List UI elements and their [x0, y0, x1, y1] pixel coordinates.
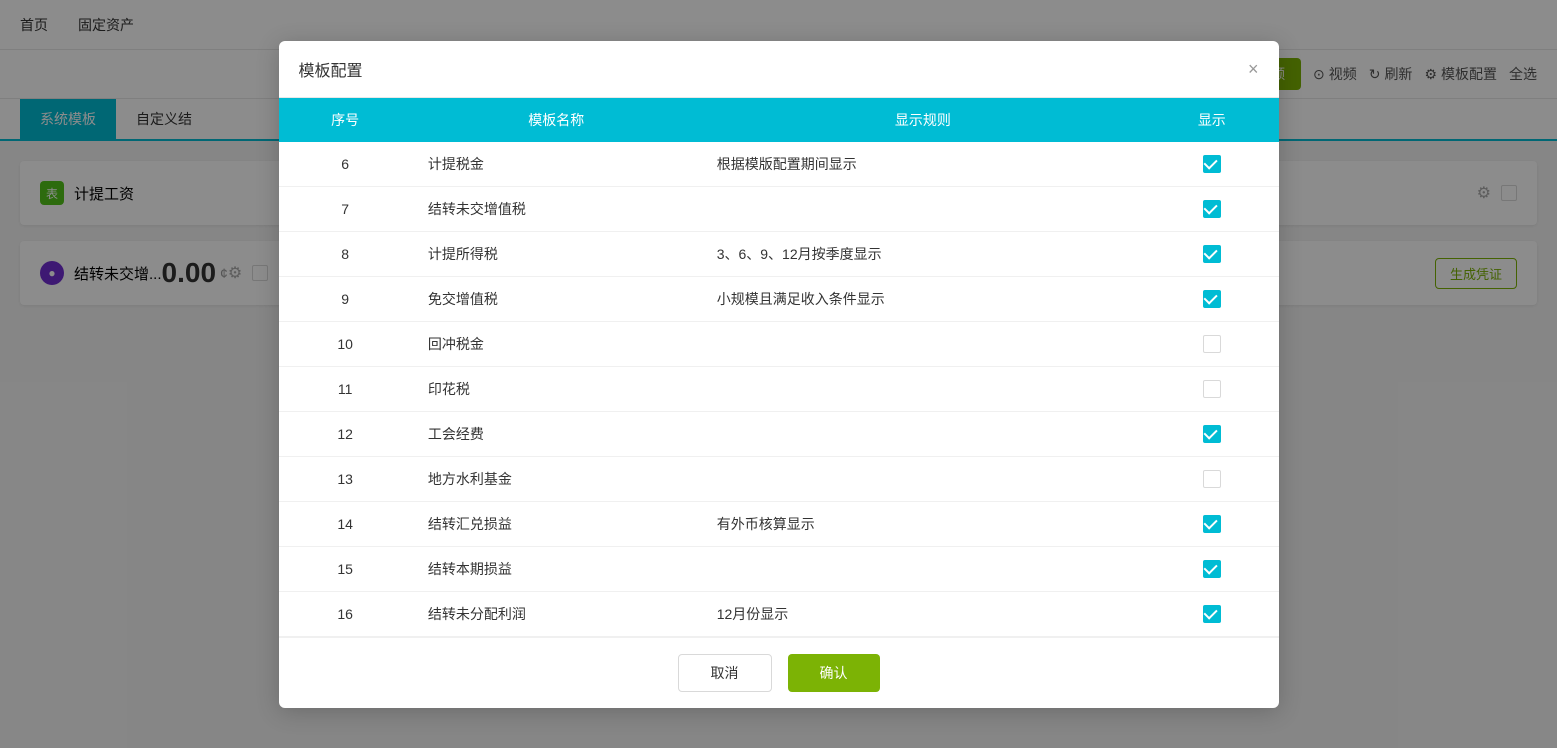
col-header-show: 显示 — [1145, 98, 1278, 142]
col-header-id: 序号 — [279, 98, 412, 142]
modal-footer: 取消 确认 — [279, 637, 1279, 708]
cancel-button[interactable]: 取消 — [678, 654, 772, 692]
row-id: 13 — [279, 456, 412, 501]
table-header-row: 序号 模板名称 显示规则 显示 — [279, 98, 1279, 142]
row-name: 结转本期损益 — [412, 546, 701, 591]
row-name: 结转未交增值税 — [412, 186, 701, 231]
modal-body[interactable]: 序号 模板名称 显示规则 显示 6计提税金根据模版配置期间显示7结转未交增值税8… — [279, 98, 1279, 637]
row-rule — [701, 546, 1145, 591]
row-rule — [701, 366, 1145, 411]
row-rule — [701, 186, 1145, 231]
row-id: 12 — [279, 411, 412, 456]
checkbox-row-9[interactable] — [1161, 290, 1262, 308]
checkbox-row-6[interactable] — [1161, 155, 1262, 173]
row-show[interactable] — [1145, 142, 1278, 187]
row-name: 计提所得税 — [412, 231, 701, 276]
col-header-rule: 显示规则 — [701, 98, 1145, 142]
table-body: 6计提税金根据模版配置期间显示7结转未交增值税8计提所得税3、6、9、12月按季… — [279, 142, 1279, 637]
table-row: 11印花税 — [279, 366, 1279, 411]
row-name: 结转未分配利润 — [412, 591, 701, 636]
row-show[interactable] — [1145, 231, 1278, 276]
checkbox-row-12[interactable] — [1161, 425, 1262, 443]
checkbox-row-15[interactable] — [1161, 560, 1262, 578]
row-name: 免交增值税 — [412, 276, 701, 321]
row-rule — [701, 321, 1145, 366]
row-show[interactable] — [1145, 456, 1278, 501]
table-head: 序号 模板名称 显示规则 显示 — [279, 98, 1279, 142]
table-row: 13地方水利基金 — [279, 456, 1279, 501]
row-name: 计提税金 — [412, 142, 701, 187]
row-show[interactable] — [1145, 276, 1278, 321]
table-row: 9免交增值税小规模且满足收入条件显示 — [279, 276, 1279, 321]
row-id: 15 — [279, 546, 412, 591]
row-id: 14 — [279, 501, 412, 546]
row-id: 9 — [279, 276, 412, 321]
row-id: 7 — [279, 186, 412, 231]
table-row: 6计提税金根据模版配置期间显示 — [279, 142, 1279, 187]
row-name: 地方水利基金 — [412, 456, 701, 501]
row-id: 16 — [279, 591, 412, 636]
row-name: 回冲税金 — [412, 321, 701, 366]
row-show[interactable] — [1145, 501, 1278, 546]
table-row: 10回冲税金 — [279, 321, 1279, 366]
checkbox-row-11[interactable] — [1161, 380, 1262, 398]
row-name: 结转汇兑损益 — [412, 501, 701, 546]
row-show[interactable] — [1145, 321, 1278, 366]
row-id: 10 — [279, 321, 412, 366]
row-show[interactable] — [1145, 411, 1278, 456]
row-id: 11 — [279, 366, 412, 411]
checkbox-row-13[interactable] — [1161, 470, 1262, 488]
row-name: 工会经费 — [412, 411, 701, 456]
row-rule: 12月份显示 — [701, 591, 1145, 636]
row-rule: 3、6、9、12月按季度显示 — [701, 231, 1145, 276]
row-id: 8 — [279, 231, 412, 276]
checkbox-row-14[interactable] — [1161, 515, 1262, 533]
modal-title: 模板配置 — [299, 57, 363, 81]
row-show[interactable] — [1145, 186, 1278, 231]
checkbox-row-8[interactable] — [1161, 245, 1262, 263]
checkbox-row-7[interactable] — [1161, 200, 1262, 218]
row-rule: 根据模版配置期间显示 — [701, 142, 1145, 187]
row-rule — [701, 411, 1145, 456]
template-config-modal: 模板配置 × 序号 模板名称 显示规则 显示 6计提税金根据模版配置期间显示7结… — [279, 41, 1279, 708]
checkbox-row-16[interactable] — [1161, 605, 1262, 623]
modal-overlay: 模板配置 × 序号 模板名称 显示规则 显示 6计提税金根据模版配置期间显示7结… — [0, 0, 1557, 748]
row-show[interactable] — [1145, 366, 1278, 411]
row-rule — [701, 456, 1145, 501]
row-show[interactable] — [1145, 591, 1278, 636]
table-row: 14结转汇兑损益有外币核算显示 — [279, 501, 1279, 546]
row-id: 6 — [279, 142, 412, 187]
table-row: 8计提所得税3、6、9、12月按季度显示 — [279, 231, 1279, 276]
table-row: 12工会经费 — [279, 411, 1279, 456]
modal-header: 模板配置 × — [279, 41, 1279, 98]
table-row: 16结转未分配利润12月份显示 — [279, 591, 1279, 636]
row-name: 印花税 — [412, 366, 701, 411]
confirm-button[interactable]: 确认 — [788, 654, 880, 692]
config-table: 序号 模板名称 显示规则 显示 6计提税金根据模版配置期间显示7结转未交增值税8… — [279, 98, 1279, 637]
row-show[interactable] — [1145, 546, 1278, 591]
row-rule: 小规模且满足收入条件显示 — [701, 276, 1145, 321]
modal-close-button[interactable]: × — [1248, 60, 1259, 78]
table-row: 15结转本期损益 — [279, 546, 1279, 591]
row-rule: 有外币核算显示 — [701, 501, 1145, 546]
checkbox-row-10[interactable] — [1161, 335, 1262, 353]
col-header-name: 模板名称 — [412, 98, 701, 142]
table-row: 7结转未交增值税 — [279, 186, 1279, 231]
